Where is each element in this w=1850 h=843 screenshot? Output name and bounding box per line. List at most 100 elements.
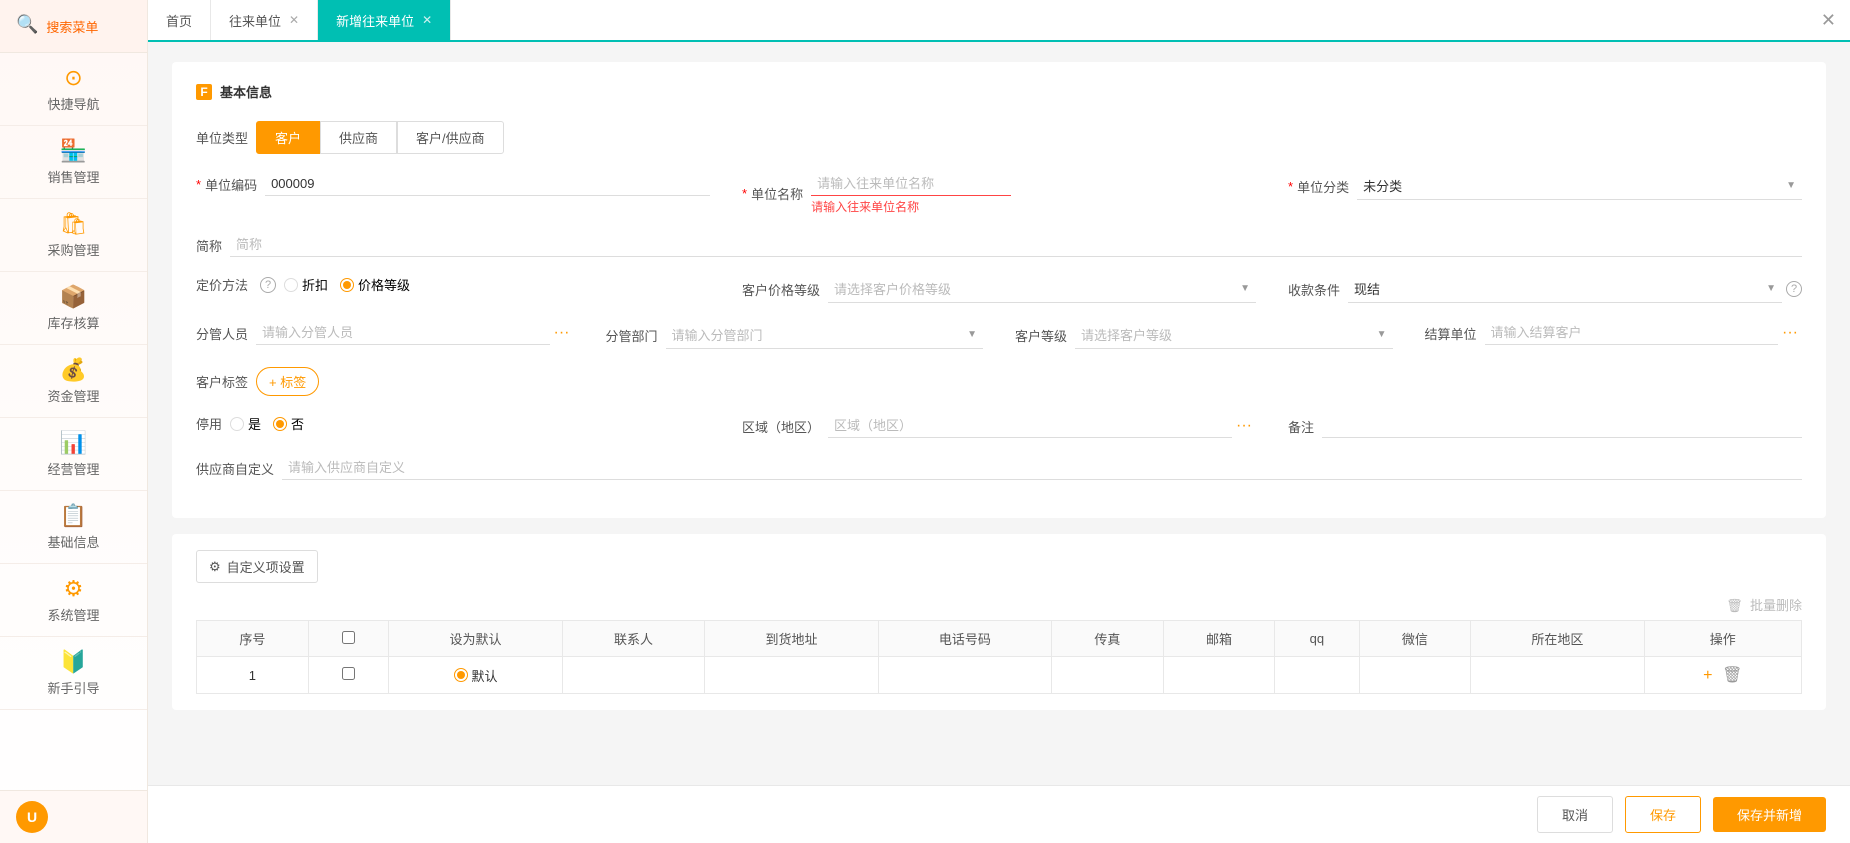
department-label: 分管部门 [606,326,658,345]
disabled-no-label: 否 [291,414,304,433]
sidebar-item-finance[interactable]: 💰 资金管理 [0,345,147,418]
settlement-unit-input[interactable] [1485,321,1779,345]
unit-category-select[interactable]: 未分类 ▼ [1357,172,1802,200]
quick-nav-icon: ⊙ [64,65,82,91]
row-qq [1275,657,1359,694]
short-name-label: 简称 [196,236,222,255]
customer-tag-row: 客户标签 + 标签 [196,367,1802,396]
row-fax [1052,657,1164,694]
row-phone [878,657,1051,694]
pricing-help-icon[interactable]: ? [260,277,276,293]
customer-tag-group: 客户标签 + 标签 [196,367,1802,396]
system-icon: ⚙ [64,576,84,602]
pricing-radio-discount[interactable]: 折扣 [284,275,328,294]
unit-name-label: 单位名称 [751,184,803,203]
disabled-region-row: 停用 是 否 区域（地区） [196,414,1802,438]
pricing-radio-price-level[interactable]: 价格等级 [340,275,410,294]
settlement-unit-dots-btn[interactable]: ··· [1778,324,1802,342]
col-index: 序号 [197,621,309,657]
region-input[interactable] [828,414,1232,438]
col-check [308,621,389,657]
tab-partner[interactable]: 往来单位 ✕ [211,0,318,40]
sidebar-item-quick-nav[interactable]: ⊙ 快捷导航 [0,53,147,126]
sidebar-item-operation-label: 经营管理 [47,459,99,478]
col-contact: 联系人 [562,621,705,657]
sidebar-item-basic[interactable]: 📋 基础信息 [0,491,147,564]
customer-level-select[interactable]: 请选择客户等级 ▼ [1075,321,1392,349]
batch-delete-label[interactable]: 批量删除 [1750,598,1802,613]
sidebar-item-system[interactable]: ⚙ 系统管理 [0,564,147,637]
select-all-checkbox[interactable] [342,631,355,644]
unit-category-label: 单位分类 [1297,177,1349,196]
tab-new-partner[interactable]: 新增往来单位 ✕ [318,0,451,40]
tab-new-partner-close[interactable]: ✕ [422,13,432,27]
unit-code-input[interactable] [265,172,710,196]
sidebar-item-operation[interactable]: 📊 经营管理 [0,418,147,491]
disabled-yes[interactable]: 是 [230,414,261,433]
row-check [308,657,389,694]
unit-category-arrow: ▼ [1786,180,1796,191]
sidebar-item-guide[interactable]: 🔰 新手引导 [0,637,147,710]
disabled-no[interactable]: 否 [273,414,304,433]
add-tag-label: + 标签 [269,372,306,391]
manager-dots-btn[interactable]: ··· [550,324,574,342]
disabled-radio-group: 是 否 [230,414,304,433]
supplier-custom-input[interactable] [282,456,1802,480]
tab-home[interactable]: 首页 [148,0,211,40]
col-email: 邮箱 [1163,621,1275,657]
unit-type-supplier-btn[interactable]: 供应商 [320,121,397,154]
sidebar-item-inventory[interactable]: 📦 库存核算 [0,272,147,345]
sidebar-item-sales[interactable]: 🏪 销售管理 [0,126,147,199]
manager-input[interactable] [256,321,550,345]
short-name-input[interactable] [230,233,1802,257]
supplier-custom-label: 供应商自定义 [196,459,274,478]
tab-partner-close[interactable]: ✕ [289,13,299,27]
customer-level-placeholder: 请选择客户等级 [1081,325,1373,344]
disabled-label: 停用 [196,414,222,433]
row-wechat [1359,657,1471,694]
row-default-radio[interactable]: 默认 [399,666,551,685]
row-address [705,657,878,694]
unit-type-customer-btn[interactable]: 客户 [256,121,320,154]
guide-icon: 🔰 [60,649,87,675]
row-checkbox[interactable] [342,667,355,680]
disabled-yes-label: 是 [248,414,261,433]
remark-input[interactable] [1322,414,1802,438]
window-close-button[interactable]: ✕ [1807,10,1850,31]
unit-code-group: * 单位编码 [196,172,710,196]
save-button[interactable]: 保存 [1625,796,1701,833]
payment-terms-select[interactable]: 现结 ▼ [1348,275,1782,303]
supplier-custom-group: 供应商自定义 [196,456,1802,480]
unit-code-label: 单位编码 [205,175,257,194]
add-row-btn[interactable]: + [1700,667,1715,685]
discount-radio-circle [284,278,298,292]
contact-table: 序号 设为默认 联系人 到货地址 电话号码 传真 邮箱 qq 微信 所在地区 操… [196,620,1802,694]
col-address: 到货地址 [705,621,878,657]
col-wechat: 微信 [1359,621,1471,657]
unit-category-value: 未分类 [1363,176,1782,195]
unit-type-both-btn[interactable]: 客户/供应商 [397,121,504,154]
unit-type-group: 单位类型 客户 供应商 客户/供应商 [196,121,1802,154]
department-group: 分管部门 请输入分管部门 ▼ [606,321,984,349]
cancel-button[interactable]: 取消 [1537,796,1613,833]
payment-terms-help-icon[interactable]: ? [1786,281,1802,297]
remark-label: 备注 [1288,417,1314,436]
region-dots-btn[interactable]: ··· [1232,417,1256,435]
custom-settings-icon: ⚙ [209,559,221,575]
customer-price-level-select[interactable]: 请选择客户价格等级 ▼ [828,275,1256,303]
unit-name-error: 请输入往来单位名称 [811,198,1256,215]
unit-name-input[interactable] [811,172,1011,196]
sidebar-item-guide-label: 新手引导 [47,678,99,697]
unit-type-row: 单位类型 客户 供应商 客户/供应商 [196,121,1802,154]
sidebar-item-purchase[interactable]: 🛍 采购管理 [0,199,147,272]
delete-row-btn[interactable]: 🗑 [1719,665,1745,685]
department-select[interactable]: 请输入分管部门 ▼ [666,321,983,349]
save-new-button[interactable]: 保存并新增 [1713,797,1826,832]
manager-row: 分管人员 ··· 分管部门 请输入分管部门 ▼ 客户等级 [196,321,1802,349]
unit-category-required: * [1288,179,1293,194]
col-fax: 传真 [1052,621,1164,657]
custom-settings-button[interactable]: ⚙ 自定义项设置 [196,550,318,583]
add-tag-button[interactable]: + 标签 [256,367,319,396]
sidebar-item-search[interactable]: 🔍 搜索菜单 [0,0,147,53]
disabled-no-circle [273,417,287,431]
